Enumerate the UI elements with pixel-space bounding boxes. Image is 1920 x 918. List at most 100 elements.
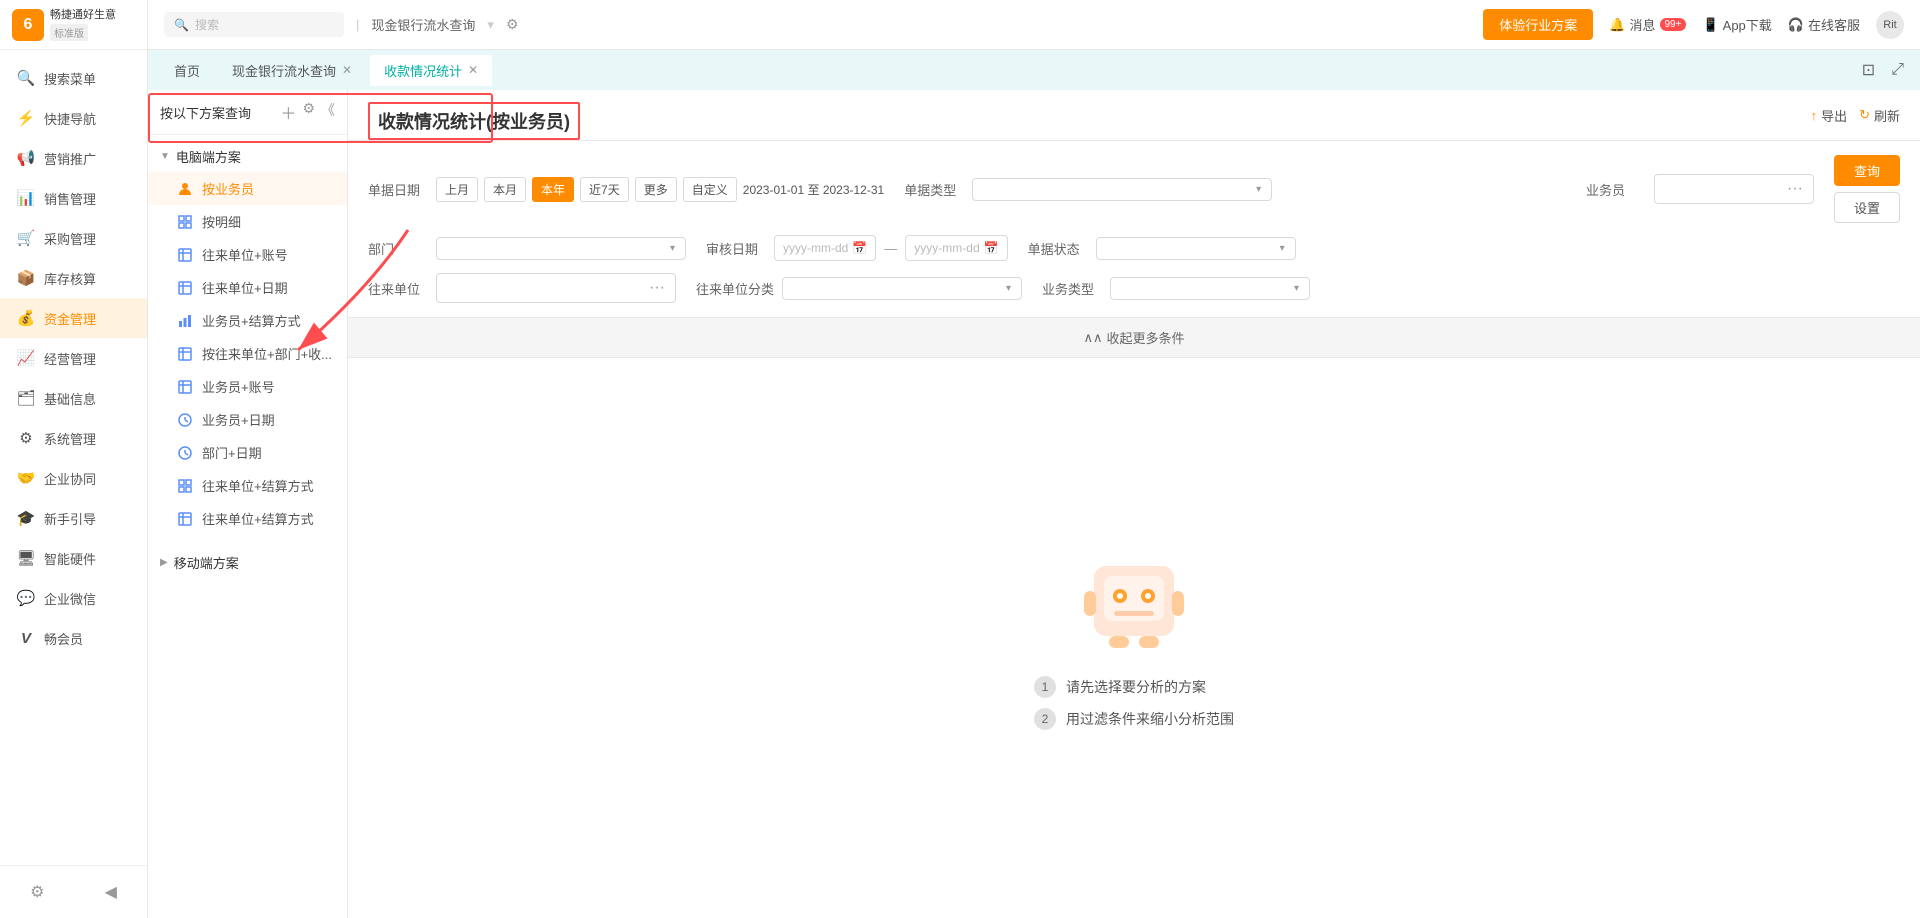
- empty-state: 1 请先选择要分析的方案 2 用过滤条件来缩小分析范围: [348, 358, 1920, 918]
- date-btn-more[interactable]: 更多: [635, 177, 677, 202]
- panel-settings-icon[interactable]: ⚙: [302, 100, 315, 124]
- online-service-btn[interactable]: 🎧 在线客服: [1788, 15, 1860, 34]
- panel-add-icon[interactable]: ＋: [280, 100, 296, 124]
- scheme-item-counter-dept[interactable]: 按往来单位+部门+收...: [148, 337, 347, 370]
- logo-tag: 标准版: [50, 24, 88, 41]
- tab-fullscreen-icon[interactable]: ⤢: [1887, 57, 1908, 83]
- logo-name: 畅捷通好生意: [50, 8, 116, 22]
- setting-btn[interactable]: 设置: [1834, 192, 1900, 223]
- content-area: 按以下方案查询 ＋ ⚙ 《 ▼ 电脑端方案 按业务员: [148, 90, 1920, 918]
- sidebar-item-inventory[interactable]: 📦 库存核算: [0, 258, 147, 298]
- scheme-item-dept-date[interactable]: 部门+日期: [148, 436, 347, 469]
- filter-date-label: 单据日期: [368, 180, 428, 199]
- filter-salesperson-item: 业务员 ···: [1586, 174, 1814, 204]
- sidebar-item-quicknav[interactable]: ⚡ 快捷导航: [0, 98, 147, 138]
- filter-dept-select[interactable]: ▾: [436, 237, 686, 260]
- tab-maximize-icon[interactable]: ⊡: [1858, 56, 1879, 84]
- docstatus-arrow-icon: ▾: [1280, 243, 1285, 254]
- scheme-item-sales-date[interactable]: 业务员+日期: [148, 403, 347, 436]
- calendar-icon-2: 📅: [984, 241, 999, 255]
- filter-dept-label: 部门: [368, 239, 428, 258]
- filter-date-group: 上月 本月 本年 近7天 更多 自定义 2023-01-01 至 2023-12…: [436, 177, 884, 202]
- query-btn[interactable]: 查询: [1834, 155, 1900, 186]
- sidebar-item-hardware[interactable]: 🖥 智能硬件: [0, 538, 147, 578]
- sidebar-item-wechat[interactable]: 💬 企业微信: [0, 578, 147, 618]
- filter-biztype-select[interactable]: ▾: [1110, 277, 1310, 300]
- filter-approval-to[interactable]: yyyy-mm-dd 📅: [905, 235, 1007, 261]
- filter-counterparty-item: 往来单位 ···: [368, 273, 676, 303]
- user-avatar[interactable]: Rit: [1876, 11, 1904, 39]
- tab-collection[interactable]: 收款情况统计 ✕: [370, 55, 492, 86]
- date-btn-7days[interactable]: 近7天: [580, 177, 629, 202]
- topbar-left: 🔍 搜索 | 现金银行流水查询 ▾ ⚙: [164, 12, 519, 37]
- sidebar-item-enterprise[interactable]: 🤝 企业协同: [0, 458, 147, 498]
- collapse-btn[interactable]: ∧∧ 收起更多条件: [1083, 328, 1184, 347]
- hardware-icon: 🖥: [16, 548, 36, 568]
- sidebar-nav: 🔍 搜索菜单 ⚡ 快捷导航 📢 营销推广 📊 销售管理 🛒 采购管理 📦 库存核…: [0, 50, 147, 865]
- sidebar-item-finance[interactable]: 💰 资金管理: [0, 298, 147, 338]
- panel-collapse-icon[interactable]: 《: [321, 100, 335, 124]
- sidebar-item-member[interactable]: V 畅会员: [0, 618, 147, 658]
- trending-icon: 📈: [16, 348, 36, 368]
- bell-icon: 🔔: [1609, 17, 1625, 33]
- page-header: 收款情况统计(按业务员) ↑ 导出 ↻ 刷新: [348, 90, 1920, 141]
- scheme-item-salesperson[interactable]: 按业务员: [148, 172, 347, 205]
- counterparty-dots-icon[interactable]: ···: [649, 279, 665, 297]
- tab-cashflow[interactable]: 现金银行流水查询 ✕: [218, 55, 366, 86]
- salesperson-dots-icon[interactable]: ···: [1787, 180, 1803, 198]
- sidebar-item-guide[interactable]: 🎓 新手引导: [0, 498, 147, 538]
- biztype-arrow-icon: ▾: [1294, 283, 1299, 294]
- sidebar-item-system[interactable]: ⚙ 系统管理: [0, 418, 147, 458]
- tab-cashflow-close[interactable]: ✕: [342, 63, 352, 77]
- sidebar-item-search[interactable]: 🔍 搜索菜单: [0, 58, 147, 98]
- filter-row-1: 单据日期 上月 本月 本年 近7天 更多 自定义 2023-01-01 至 20…: [368, 155, 1900, 223]
- sidebar-collapse-btn[interactable]: ◀: [97, 874, 125, 910]
- tab-collection-close[interactable]: ✕: [468, 63, 478, 77]
- tab-home[interactable]: 首页: [160, 55, 214, 86]
- filter-counterparty-select[interactable]: ···: [436, 273, 676, 303]
- filter-counterparty-cat-select[interactable]: ▾: [782, 277, 1022, 300]
- sidebar-item-operations[interactable]: 📈 经营管理: [0, 338, 147, 378]
- table-icon-5: [176, 510, 194, 528]
- filter-doctype-select[interactable]: ▾: [972, 178, 1272, 201]
- topbar-search[interactable]: 🔍 搜索: [164, 12, 344, 37]
- tree-mobile-parent[interactable]: ▶ 移动端方案: [148, 547, 347, 578]
- sidebar-item-marketing[interactable]: 📢 营销推广: [0, 138, 147, 178]
- date-btn-custom[interactable]: 自定义: [683, 177, 737, 202]
- scheme-item-counter-settlement1[interactable]: 往来单位+结算方式: [148, 469, 347, 502]
- sidebar-item-purchase[interactable]: 🛒 采购管理: [0, 218, 147, 258]
- scheme-item-counter-date[interactable]: 往来单位+日期: [148, 271, 347, 304]
- date-btn-last-month[interactable]: 上月: [436, 177, 478, 202]
- topbar-gear-icon[interactable]: ⚙: [506, 16, 519, 33]
- filter-docstatus-select[interactable]: ▾: [1096, 237, 1296, 260]
- chart-icon: 📊: [16, 188, 36, 208]
- cat-arrow-icon: ▾: [1006, 283, 1011, 294]
- export-icon: ↑: [1811, 108, 1818, 123]
- filter-docstatus-label: 单据状态: [1028, 239, 1088, 258]
- message-badge: 99+: [1660, 18, 1687, 31]
- tabbar: 首页 现金银行流水查询 ✕ 收款情况统计 ✕ ⊡ ⤢: [148, 50, 1920, 90]
- search-placeholder: 搜索: [195, 16, 219, 33]
- scheme-item-sales-account[interactable]: 业务员+账号: [148, 370, 347, 403]
- sidebar-settings-btn[interactable]: ⚙: [22, 874, 52, 910]
- main-area: 🔍 搜索 | 现金银行流水查询 ▾ ⚙ 体验行业方案 🔔 消息 99+ 📱 Ap…: [148, 0, 1920, 918]
- messages-btn[interactable]: 🔔 消息 99+: [1609, 15, 1686, 34]
- scheme-item-counter-settlement2[interactable]: 往来单位+结算方式: [148, 502, 347, 535]
- tree-desktop-parent[interactable]: ▼ 电脑端方案: [148, 141, 347, 172]
- filter-approval-from[interactable]: yyyy-mm-dd 📅: [774, 235, 876, 261]
- date-btn-this-month[interactable]: 本月: [484, 177, 526, 202]
- refresh-btn[interactable]: ↻ 刷新: [1859, 106, 1900, 125]
- scheme-item-detail[interactable]: 按明细: [148, 205, 347, 238]
- grid-icon: [176, 213, 194, 231]
- app-download-btn[interactable]: 📱 App下载: [1702, 15, 1771, 34]
- topbar-nav-arrow: ▾: [487, 17, 494, 33]
- sidebar-item-basic[interactable]: 🗂 基础信息: [0, 378, 147, 418]
- scheme-item-counter-account[interactable]: 往来单位+账号: [148, 238, 347, 271]
- sidebar-item-sales[interactable]: 📊 销售管理: [0, 178, 147, 218]
- table-icon-2: [176, 279, 194, 297]
- scheme-item-sales-settlement[interactable]: 业务员+结算方式: [148, 304, 347, 337]
- trial-btn[interactable]: 体验行业方案: [1483, 9, 1593, 40]
- filter-salesperson-select[interactable]: ···: [1654, 174, 1814, 204]
- date-btn-this-year[interactable]: 本年: [532, 177, 574, 202]
- export-btn[interactable]: ↑ 导出: [1811, 106, 1848, 125]
